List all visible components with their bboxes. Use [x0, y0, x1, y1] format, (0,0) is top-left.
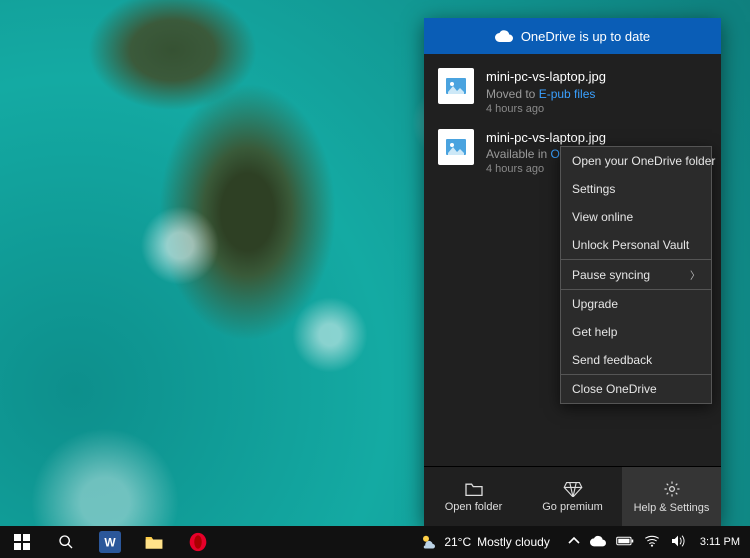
file-name: mini-pc-vs-laptop.jpg: [486, 68, 606, 86]
menu-upgrade[interactable]: Upgrade: [561, 290, 711, 318]
cloud-icon: [495, 30, 513, 42]
file-name: mini-pc-vs-laptop.jpg: [486, 129, 606, 147]
weather-desc: Mostly cloudy: [477, 535, 550, 549]
file-timestamp: 4 hours ago: [486, 102, 606, 117]
menu-settings[interactable]: Settings: [561, 175, 711, 203]
onedrive-flyout: OneDrive is up to date mini-pc-vs-laptop…: [424, 18, 721, 526]
gear-icon: [663, 480, 681, 498]
taskbar-search-button[interactable]: [44, 526, 88, 558]
menu-get-help[interactable]: Get help: [561, 318, 711, 346]
premium-diamond-icon: [563, 481, 583, 497]
tray-battery-icon[interactable]: [616, 535, 634, 550]
weather-icon: [420, 532, 438, 553]
tray-onedrive-icon[interactable]: [590, 535, 606, 550]
start-button[interactable]: [0, 526, 44, 558]
menu-unlock-vault[interactable]: Unlock Personal Vault: [561, 231, 711, 259]
menu-close-onedrive[interactable]: Close OneDrive: [561, 375, 711, 403]
menu-send-feedback[interactable]: Send feedback: [561, 346, 711, 374]
activity-item[interactable]: mini-pc-vs-laptop.jpg Moved to E-pub fil…: [424, 62, 721, 123]
chevron-right-icon: 〉: [690, 267, 700, 282]
onedrive-status-text: OneDrive is up to date: [521, 29, 650, 44]
image-file-icon: [438, 129, 474, 165]
taskbar: W 21°C Mostly cloudy 3: [0, 526, 750, 558]
tray-chevron-up-icon[interactable]: [568, 535, 580, 550]
onedrive-footer: Open folder Go premium Help & Settings: [424, 466, 721, 526]
file-location-link[interactable]: E-pub files: [539, 87, 596, 101]
tray-wifi-icon[interactable]: [644, 534, 660, 551]
onedrive-status-header: OneDrive is up to date: [424, 18, 721, 54]
taskbar-app-opera[interactable]: [176, 526, 220, 558]
image-file-icon: [438, 68, 474, 104]
taskbar-clock[interactable]: 3:11 PM: [694, 536, 750, 549]
help-settings-menu: Open your OneDrive folder Settings View …: [560, 146, 712, 404]
go-premium-button[interactable]: Go premium: [523, 467, 622, 526]
svg-text:W: W: [104, 536, 116, 550]
taskbar-app-explorer[interactable]: [132, 526, 176, 558]
folder-icon: [464, 481, 484, 497]
weather-temp: 21°C: [444, 535, 471, 549]
tray-volume-icon[interactable]: [670, 534, 686, 551]
open-folder-button[interactable]: Open folder: [424, 467, 523, 526]
menu-pause-syncing[interactable]: Pause syncing〉: [561, 260, 711, 289]
taskbar-weather[interactable]: 21°C Mostly cloudy: [410, 532, 560, 553]
onedrive-activity-list: mini-pc-vs-laptop.jpg Moved to E-pub fil…: [424, 54, 721, 466]
help-settings-button[interactable]: Help & Settings: [622, 467, 721, 526]
menu-view-online[interactable]: View online: [561, 203, 711, 231]
system-tray: [560, 534, 694, 551]
taskbar-app-word[interactable]: W: [88, 526, 132, 558]
menu-open-folder[interactable]: Open your OneDrive folder: [561, 147, 711, 175]
file-action: Moved to E-pub files: [486, 86, 606, 102]
